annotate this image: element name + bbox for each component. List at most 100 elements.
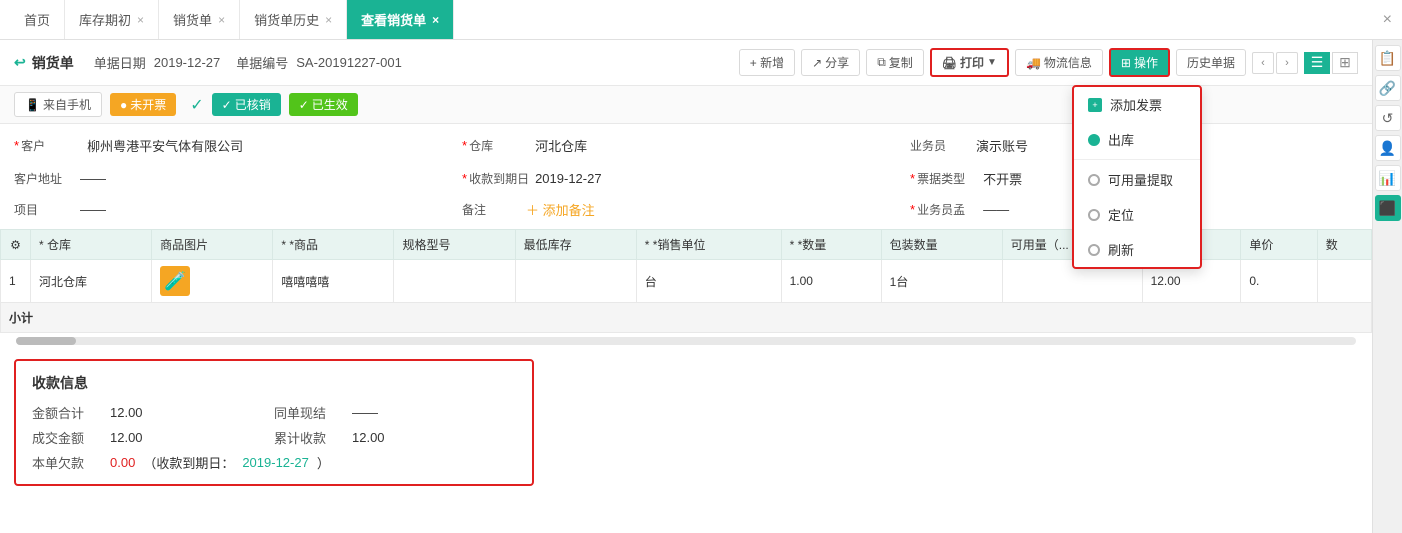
- product-image: 🧪: [160, 266, 190, 296]
- view-toggle: ☰ ⊞: [1304, 52, 1358, 74]
- right-btn-2[interactable]: 🔗: [1375, 75, 1401, 101]
- row-pkg-qty: 1台: [881, 260, 1002, 303]
- transaction-item: 成交金额 12.00: [32, 428, 274, 447]
- row-image: 🧪: [152, 260, 273, 303]
- customer-field: * 客户 柳州粤港平安气体有限公司: [14, 134, 462, 157]
- new-button[interactable]: + 新增: [739, 49, 795, 76]
- payment-grid: 金额合计 12.00 同单现结 —— 成交金额 12.00 累计收款 12.00: [32, 403, 516, 472]
- verified-check-icon: ✓: [222, 98, 232, 112]
- row-min-stock: [515, 260, 636, 303]
- print-button[interactable]: 🖨 打印 ▼: [930, 48, 1009, 77]
- print-dropdown-icon: ▼: [987, 57, 997, 68]
- dropdown-refresh[interactable]: 刷新: [1074, 232, 1200, 267]
- add-invoice-icon: +: [1088, 98, 1102, 112]
- right-btn-3[interactable]: ↺: [1375, 105, 1401, 131]
- dropdown-locate[interactable]: 定位: [1074, 197, 1200, 232]
- col-unit: * *销售单位: [636, 230, 781, 260]
- col-pkg-qty: 包装数量: [881, 230, 1002, 260]
- tab-sales-order[interactable]: 销货单 ×: [159, 0, 240, 39]
- tab-home[interactable]: 首页: [10, 0, 65, 39]
- dropdown-add-invoice[interactable]: + 添加发票: [1074, 87, 1200, 122]
- from-phone-button[interactable]: 📱 来自手机: [14, 92, 102, 117]
- doc-date-item: 单据日期 2019-12-27: [94, 53, 221, 72]
- cumulative-item: 累计收款 12.00: [274, 428, 516, 447]
- col-settings: ⚙: [1, 230, 31, 260]
- locate-icon: [1088, 209, 1100, 221]
- share-icon: ↗: [812, 56, 822, 70]
- doc-meta: 单据日期 2019-12-27 单据编号 SA-20191227-001: [94, 53, 739, 72]
- effective-badge: ✓ 已生效: [289, 93, 358, 116]
- product-image-icon: 🧪: [164, 271, 186, 292]
- row-warehouse: 河北仓库: [31, 260, 152, 303]
- row-unit: 台: [636, 260, 781, 303]
- effective-check-icon: ✓: [299, 98, 309, 112]
- col-warehouse: * 仓库: [31, 230, 152, 260]
- tab-sales-history[interactable]: 销货单历史 ×: [240, 0, 347, 39]
- close-view-tab[interactable]: ×: [432, 13, 439, 27]
- row-index: 1: [1, 260, 31, 303]
- row-spec: [394, 260, 515, 303]
- plus-icon: ＋: [526, 203, 539, 218]
- tab-view-sales[interactable]: 查看销货单 ×: [347, 0, 454, 39]
- close-all-button[interactable]: ×: [1383, 11, 1392, 29]
- dropdown-divider-1: [1074, 159, 1200, 160]
- scrollbar-thumb[interactable]: [16, 337, 76, 345]
- copy-button[interactable]: ⧉ 复制: [866, 49, 924, 76]
- right-btn-4[interactable]: 👤: [1375, 135, 1401, 161]
- doc-icon: ↩: [14, 54, 26, 71]
- subtotal-row: 小计: [1, 303, 1372, 333]
- close-inventory-tab[interactable]: ×: [137, 13, 144, 27]
- nav-buttons: ‹ ›: [1252, 52, 1298, 74]
- scrollbar-area[interactable]: [0, 333, 1372, 349]
- toolbar: + 新增 ↗ 分享 ⧉ 复制 🖨 打印 ▼ 🚚 物流信息: [739, 48, 1358, 77]
- right-btn-5[interactable]: 📊: [1375, 165, 1401, 191]
- list-view-button[interactable]: ☰: [1304, 52, 1330, 74]
- dropdown-available-qty[interactable]: 可用量提取: [1074, 162, 1200, 197]
- operations-button[interactable]: ⊞ 操作: [1109, 48, 1170, 77]
- subtotal-label: 小计: [1, 303, 1372, 333]
- same-order-item: 同单现结 ——: [274, 403, 516, 422]
- grid-view-button[interactable]: ⊞: [1332, 52, 1358, 74]
- doc-number-item: 单据编号 SA-20191227-001: [236, 53, 402, 72]
- row-product: 嘻嘻嘻嘻: [273, 260, 394, 303]
- operations-dropdown: + 添加发票 出库 可用量提取 定位 刷新: [1072, 85, 1202, 269]
- col-product: * *商品: [273, 230, 394, 260]
- dropdown-outbound[interactable]: 出库: [1074, 122, 1200, 157]
- phone-icon: 📱: [25, 98, 40, 112]
- due-date-field: * 收款到期日 2019-12-27: [462, 167, 910, 190]
- payment-title: 收款信息: [32, 373, 516, 393]
- owed-item: 本单欠款 0.00 （收款到期日： 2019-12-27 ）: [32, 453, 516, 472]
- history-button[interactable]: 历史单据: [1176, 49, 1246, 76]
- col-min-stock: 最低库存: [515, 230, 636, 260]
- right-btn-1[interactable]: 📋: [1375, 45, 1401, 71]
- close-sales-tab[interactable]: ×: [218, 13, 225, 27]
- table-wrapper: ⚙ * 仓库 商品图片 * *商品 规格型号 最低库存 * *销售单位 * *数…: [0, 229, 1372, 533]
- note-field: 备注 ＋ 添加备注: [462, 200, 910, 219]
- col-amount: 数: [1317, 230, 1371, 260]
- doc-header: ↩ 销货单 单据日期 2019-12-27 单据编号 SA-20191227-0…: [0, 40, 1372, 86]
- next-button[interactable]: ›: [1276, 52, 1298, 74]
- dot-icon: ●: [120, 98, 127, 112]
- row-amount: [1317, 260, 1371, 303]
- address-field: 客户地址 ——: [14, 167, 462, 190]
- col-qty: * *数量: [781, 230, 881, 260]
- right-btn-6[interactable]: ⬛: [1375, 195, 1401, 221]
- outbound-icon: [1088, 134, 1100, 146]
- col-image: 商品图片: [152, 230, 273, 260]
- check-icon-area: ✓: [190, 95, 203, 115]
- tab-bar: 首页 库存期初 × 销货单 × 销货单历史 × 查看销货单 × ×: [0, 0, 1402, 40]
- close-history-tab[interactable]: ×: [325, 13, 332, 27]
- operations-icon: ⊞: [1121, 56, 1131, 70]
- share-button[interactable]: ↗ 分享: [801, 49, 860, 76]
- add-note-button[interactable]: ＋ 添加备注: [526, 200, 595, 219]
- prev-button[interactable]: ‹: [1252, 52, 1274, 74]
- warehouse-field: * 仓库 河北仓库: [462, 134, 910, 157]
- logistics-button[interactable]: 🚚 物流信息: [1015, 49, 1103, 76]
- right-panel: 📋 🔗 ↺ 👤 📊 ⬛: [1372, 40, 1402, 533]
- payment-box: 收款信息 金额合计 12.00 同单现结 —— 成交金额 12.00: [14, 359, 534, 486]
- tab-inventory-init[interactable]: 库存期初 ×: [65, 0, 159, 39]
- col-spec: 规格型号: [394, 230, 515, 260]
- horizontal-scrollbar[interactable]: [16, 337, 1356, 345]
- total-item: 金额合计 12.00: [32, 403, 274, 422]
- col-price: 单价: [1241, 230, 1317, 260]
